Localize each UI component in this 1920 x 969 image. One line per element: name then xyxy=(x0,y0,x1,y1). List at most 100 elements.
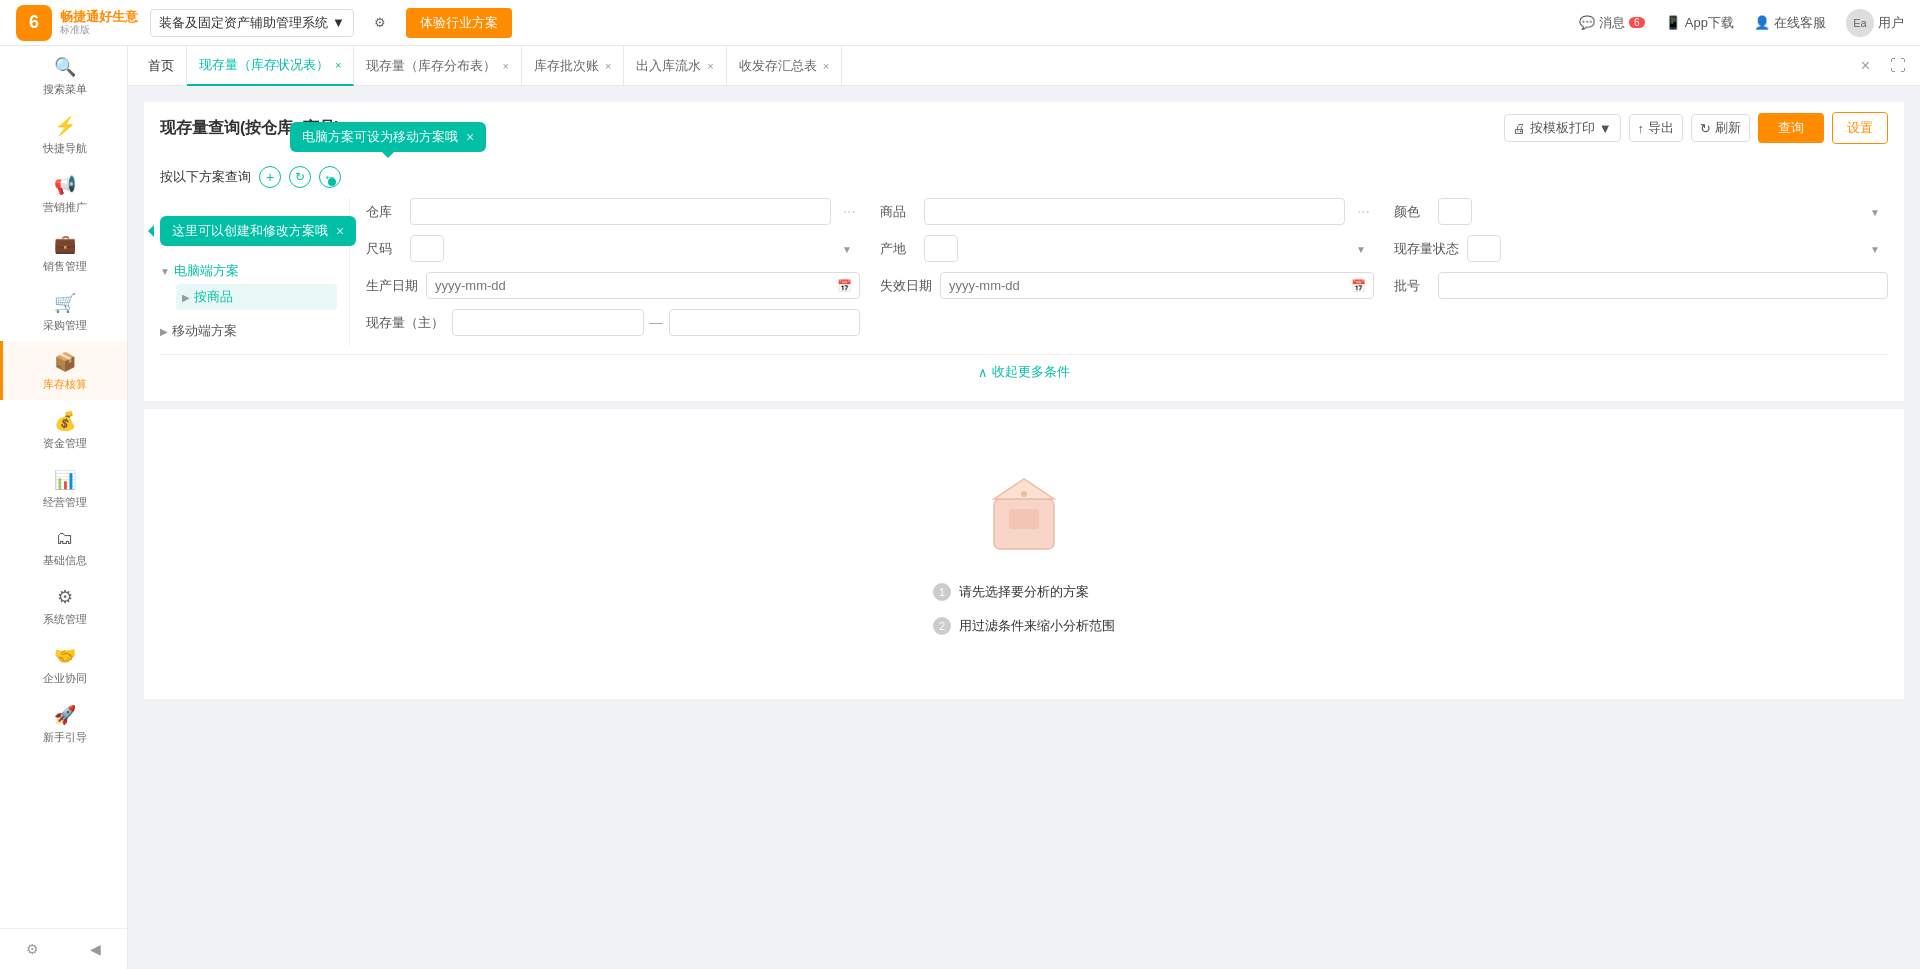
tab-receive-summary[interactable]: 收发存汇总表 × xyxy=(727,46,842,86)
sidebar-item-purchase[interactable]: 🛒 采购管理 xyxy=(0,282,127,341)
sidebar-item-label: 资金管理 xyxy=(43,436,87,451)
refresh-btn[interactable]: ↻ 刷新 xyxy=(1691,114,1750,142)
origin-label: 产地 xyxy=(880,240,916,258)
sidebar-collapse-btn[interactable]: ◀ xyxy=(82,937,109,961)
tab-inout-flow-close[interactable]: × xyxy=(707,60,713,72)
tab-inventory-status-close[interactable]: × xyxy=(335,59,341,71)
set-button[interactable]: 设置 xyxy=(1832,112,1888,144)
stock-qty-max[interactable] xyxy=(669,309,861,336)
tab-maximize-btn[interactable]: ⛶ xyxy=(1884,55,1912,77)
color-select[interactable] xyxy=(1438,198,1472,225)
sidebar-item-operation[interactable]: 📊 经营管理 xyxy=(0,459,127,518)
logo-icon: 6 xyxy=(16,5,52,41)
enterprise-icon: 🤝 xyxy=(54,645,76,667)
tab-home-label: 首页 xyxy=(148,57,174,75)
tab-batch-ledger[interactable]: 库存批次账 × xyxy=(522,46,624,86)
print-arrow-icon: ▼ xyxy=(1599,121,1612,136)
user-initial: Ea xyxy=(1853,17,1866,29)
filter-expire-date: 失效日期 xyxy=(880,272,1374,299)
system-select[interactable]: 装备及固定资产辅助管理系统 ▼ xyxy=(150,9,354,37)
page-content: 现存量查询(按仓库+商品) 🖨 按模板打印 ▼ ↑ 导出 ↻ xyxy=(128,86,1920,969)
color-label: 颜色 xyxy=(1394,203,1430,221)
add-tooltip-close[interactable]: × xyxy=(466,129,474,145)
desktop-scheme-arrow: ▼ xyxy=(160,266,170,277)
tab-inventory-dist[interactable]: 现存量（库存分布表） × xyxy=(354,46,521,86)
operation-icon: 📊 xyxy=(54,469,76,491)
warehouse-input[interactable] xyxy=(410,198,831,225)
svg-rect-2 xyxy=(1009,509,1039,529)
quick-nav-icon: ⚡ xyxy=(54,115,76,137)
system-select-arrow: ▼ xyxy=(332,15,345,30)
sidebar-item-sales[interactable]: 💼 销售管理 xyxy=(0,223,127,282)
filter-header: 按以下方案查询 + ↻ ← 电脑方案可设为移动方案哦 × xyxy=(160,166,1888,188)
batch-input[interactable] xyxy=(1438,272,1888,299)
stock-qty-min[interactable] xyxy=(452,309,644,336)
tab-receive-summary-close[interactable]: × xyxy=(823,60,829,72)
warehouse-dots[interactable]: ··· xyxy=(839,203,860,221)
sidebar-item-enterprise[interactable]: 🤝 企业协同 xyxy=(0,635,127,694)
sidebar-item-finance[interactable]: 💰 资金管理 xyxy=(0,400,127,459)
collapse-label: 收起更多条件 xyxy=(992,363,1070,381)
desktop-scheme-items: ▶ 按商品 xyxy=(160,284,337,310)
sidebar-item-search-menu[interactable]: 🔍 搜索菜单 xyxy=(0,46,127,105)
empty-steps: 1 请先选择要分析的方案 2 用过滤条件来缩小分析范围 xyxy=(933,579,1115,639)
sidebar-item-label: 销售管理 xyxy=(43,259,87,274)
guide-icon: 🚀 xyxy=(54,704,76,726)
sales-icon: 💼 xyxy=(54,233,76,255)
sidebar-item-marketing[interactable]: 📢 营销推广 xyxy=(0,164,127,223)
collapse-btn[interactable]: ∧ 收起更多条件 xyxy=(978,363,1070,381)
range-separator: — xyxy=(650,315,663,330)
sidebar-item-quick-nav[interactable]: ⚡ 快捷导航 xyxy=(0,105,127,164)
filter-panel: 按以下方案查询 + ↻ ← 电脑方案可设为移动方案哦 × xyxy=(144,154,1904,401)
sidebar-item-label: 搜索菜单 xyxy=(43,82,87,97)
page-actions: 🖨 按模板打印 ▼ ↑ 导出 ↻ 刷新 查询 设置 xyxy=(1504,112,1888,144)
tab-inventory-dist-close[interactable]: × xyxy=(502,60,508,72)
print-template-btn[interactable]: 🖨 按模板打印 ▼ xyxy=(1504,114,1621,142)
tab-batch-ledger-close[interactable]: × xyxy=(605,60,611,72)
export-btn[interactable]: ↑ 导出 xyxy=(1629,114,1684,142)
goods-dots[interactable]: ··· xyxy=(1353,203,1374,221)
filter-stock-qty: 现存量（主） — xyxy=(366,309,860,336)
filter-row-4: 现存量（主） — xyxy=(366,309,1888,336)
filter-refresh-btn[interactable]: ↻ xyxy=(289,166,311,188)
gear-button[interactable]: ⚙ xyxy=(366,9,394,37)
sidebar-item-inventory[interactable]: 📦 库存核算 xyxy=(0,341,127,400)
trial-button[interactable]: 体验行业方案 xyxy=(406,8,512,38)
stock-status-select[interactable] xyxy=(1467,235,1501,262)
tab-close-all-btn[interactable]: × xyxy=(1855,55,1876,77)
filter-body: 这里可以创建和修改方案哦 × ▼ 电脑端方案 xyxy=(160,198,1888,346)
produce-date-input[interactable] xyxy=(426,272,860,299)
sidebar-item-guide[interactable]: 🚀 新手引导 xyxy=(0,694,127,753)
mobile-scheme-section: ▶ 移动端方案 xyxy=(160,318,337,344)
scheme-item-goods[interactable]: ▶ 按商品 xyxy=(176,284,337,310)
avatar: Ea xyxy=(1846,9,1874,37)
user-item[interactable]: Ea 用户 xyxy=(1846,9,1904,37)
filter-add-btn[interactable]: + xyxy=(259,166,281,188)
tab-home[interactable]: 首页 xyxy=(136,46,187,86)
tab-inout-flow[interactable]: 出入库流水 × xyxy=(624,46,726,86)
sidebar-item-basic[interactable]: 🗂 基础信息 xyxy=(0,518,127,576)
sidebar-item-system[interactable]: ⚙ 系统管理 xyxy=(0,576,127,635)
filter-origin: 产地 xyxy=(880,235,1374,262)
edit-tooltip-text: 这里可以创建和修改方案哦 xyxy=(172,222,328,240)
sidebar-setting-btn[interactable]: ⚙ xyxy=(18,937,47,961)
online-service-item[interactable]: 👤 在线客服 xyxy=(1754,14,1826,32)
edit-tooltip: 这里可以创建和修改方案哦 × xyxy=(160,216,356,246)
filter-warehouse: 仓库 ··· xyxy=(366,198,860,225)
edit-tooltip-close[interactable]: × xyxy=(336,223,344,239)
origin-select[interactable] xyxy=(924,235,958,262)
search-button[interactable]: 查询 xyxy=(1758,113,1824,143)
batch-label: 批号 xyxy=(1394,277,1430,295)
gear-icon: ⚙ xyxy=(374,15,386,30)
mobile-scheme-toggle[interactable]: ▶ 移动端方案 xyxy=(160,318,337,344)
stock-status-label: 现存量状态 xyxy=(1394,240,1459,258)
expire-date-input[interactable] xyxy=(940,272,1374,299)
message-item[interactable]: 💬 消息 6 xyxy=(1579,14,1645,32)
add-tooltip: 电脑方案可设为移动方案哦 × xyxy=(290,122,486,152)
goods-input[interactable] xyxy=(924,198,1345,225)
size-select[interactable] xyxy=(410,235,444,262)
desktop-scheme-toggle[interactable]: ▼ 电脑端方案 xyxy=(160,258,337,284)
tab-inventory-status[interactable]: 现存量（库存状况表） × xyxy=(187,46,354,86)
app-download-item[interactable]: 📱 App下载 xyxy=(1665,14,1734,32)
marketing-icon: 📢 xyxy=(54,174,76,196)
